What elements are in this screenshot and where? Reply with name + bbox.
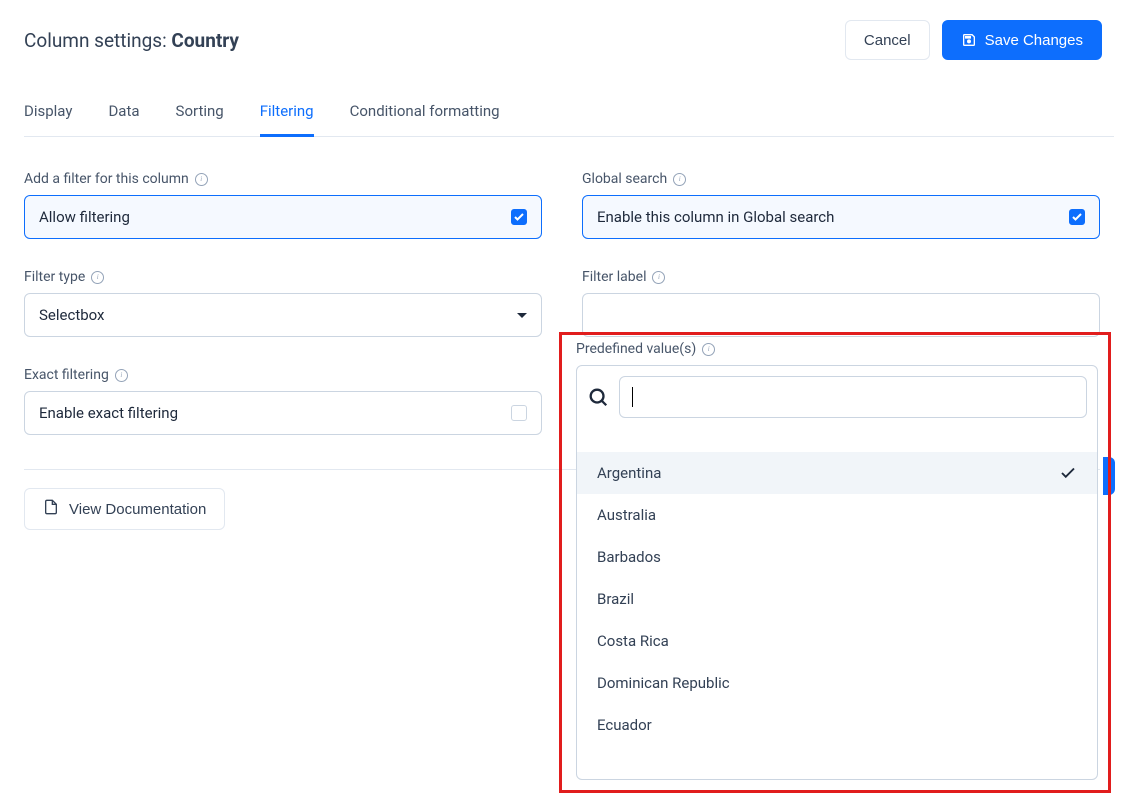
info-icon[interactable]: i (652, 271, 665, 284)
info-icon[interactable]: i (673, 173, 686, 186)
predefined-option-label: Brazil (597, 590, 634, 608)
tabs: Display Data Sorting Filtering Conditional f… (24, 94, 1114, 137)
save-changes-button[interactable]: Save Changes (942, 20, 1102, 60)
allow-filtering-toggle[interactable]: Allow filtering (24, 195, 542, 239)
save-icon (961, 32, 977, 48)
checkbox-icon (511, 405, 527, 421)
checkbox-icon (1069, 209, 1085, 225)
predefined-option[interactable]: Costa Rica (577, 620, 1097, 662)
column-name: Country (171, 29, 239, 52)
predefined-option[interactable]: Brazil (577, 578, 1097, 620)
tab-data[interactable]: Data (108, 94, 139, 137)
check-icon (1059, 464, 1077, 482)
info-icon[interactable]: i (115, 369, 128, 382)
checkbox-icon (511, 209, 527, 225)
predefined-option[interactable]: Dominican Republic (577, 662, 1097, 704)
predefined-option-label: Barbados (597, 548, 661, 566)
filter-label-label: Filter label i (582, 269, 1100, 285)
predefined-option-label: Dominican Republic (597, 674, 730, 692)
filter-type-select[interactable]: Selectbox (24, 293, 542, 337)
predefined-option[interactable]: Argentina (577, 452, 1097, 494)
predefined-option[interactable]: Australia (577, 494, 1097, 536)
add-filter-label: Add a filter for this column i (24, 171, 542, 187)
tab-conditional-formatting[interactable]: Conditional formatting (350, 94, 500, 137)
view-documentation-button[interactable]: View Documentation (24, 488, 225, 530)
predefined-values-list[interactable]: Argentina Australia Barbados Brazil Costa Ri… (577, 452, 1097, 779)
exact-filtering-label: Exact filtering i (24, 367, 542, 383)
tab-sorting[interactable]: Sorting (176, 94, 224, 137)
document-icon (43, 499, 59, 519)
title-prefix: Column settings: (24, 29, 171, 52)
tab-display[interactable]: Display (24, 94, 72, 137)
filter-type-label: Filter type i (24, 269, 542, 285)
predefined-option-label: Argentina (597, 464, 661, 482)
global-search-toggle[interactable]: Enable this column in Global search (582, 195, 1100, 239)
exact-filtering-toggle[interactable]: Enable exact filtering (24, 391, 542, 435)
info-icon[interactable]: i (195, 173, 208, 186)
cancel-button[interactable]: Cancel (845, 20, 930, 60)
info-icon[interactable]: i (702, 343, 715, 356)
chevron-down-icon (517, 313, 527, 318)
predefined-option[interactable]: Barbados (577, 536, 1097, 578)
predefined-option[interactable]: Ecuador (577, 704, 1097, 746)
predefined-values-highlighted: Predefined value(s) i Argentina Australia… (559, 332, 1111, 793)
predefined-search-input[interactable] (619, 376, 1087, 418)
info-icon[interactable]: i (91, 271, 104, 284)
predefined-option-label: Australia (597, 506, 656, 524)
filter-label-input-wrap (582, 293, 1100, 337)
predefined-option-label: Ecuador (597, 716, 652, 734)
search-icon (587, 386, 609, 408)
page-title: Column settings: Country (24, 29, 239, 52)
tab-filtering[interactable]: Filtering (260, 94, 314, 137)
filter-label-input[interactable] (597, 307, 1085, 324)
global-search-label: Global search i (582, 171, 1100, 187)
predefined-values-label: Predefined value(s) i (576, 341, 1098, 357)
predefined-option-label: Costa Rica (597, 632, 669, 650)
